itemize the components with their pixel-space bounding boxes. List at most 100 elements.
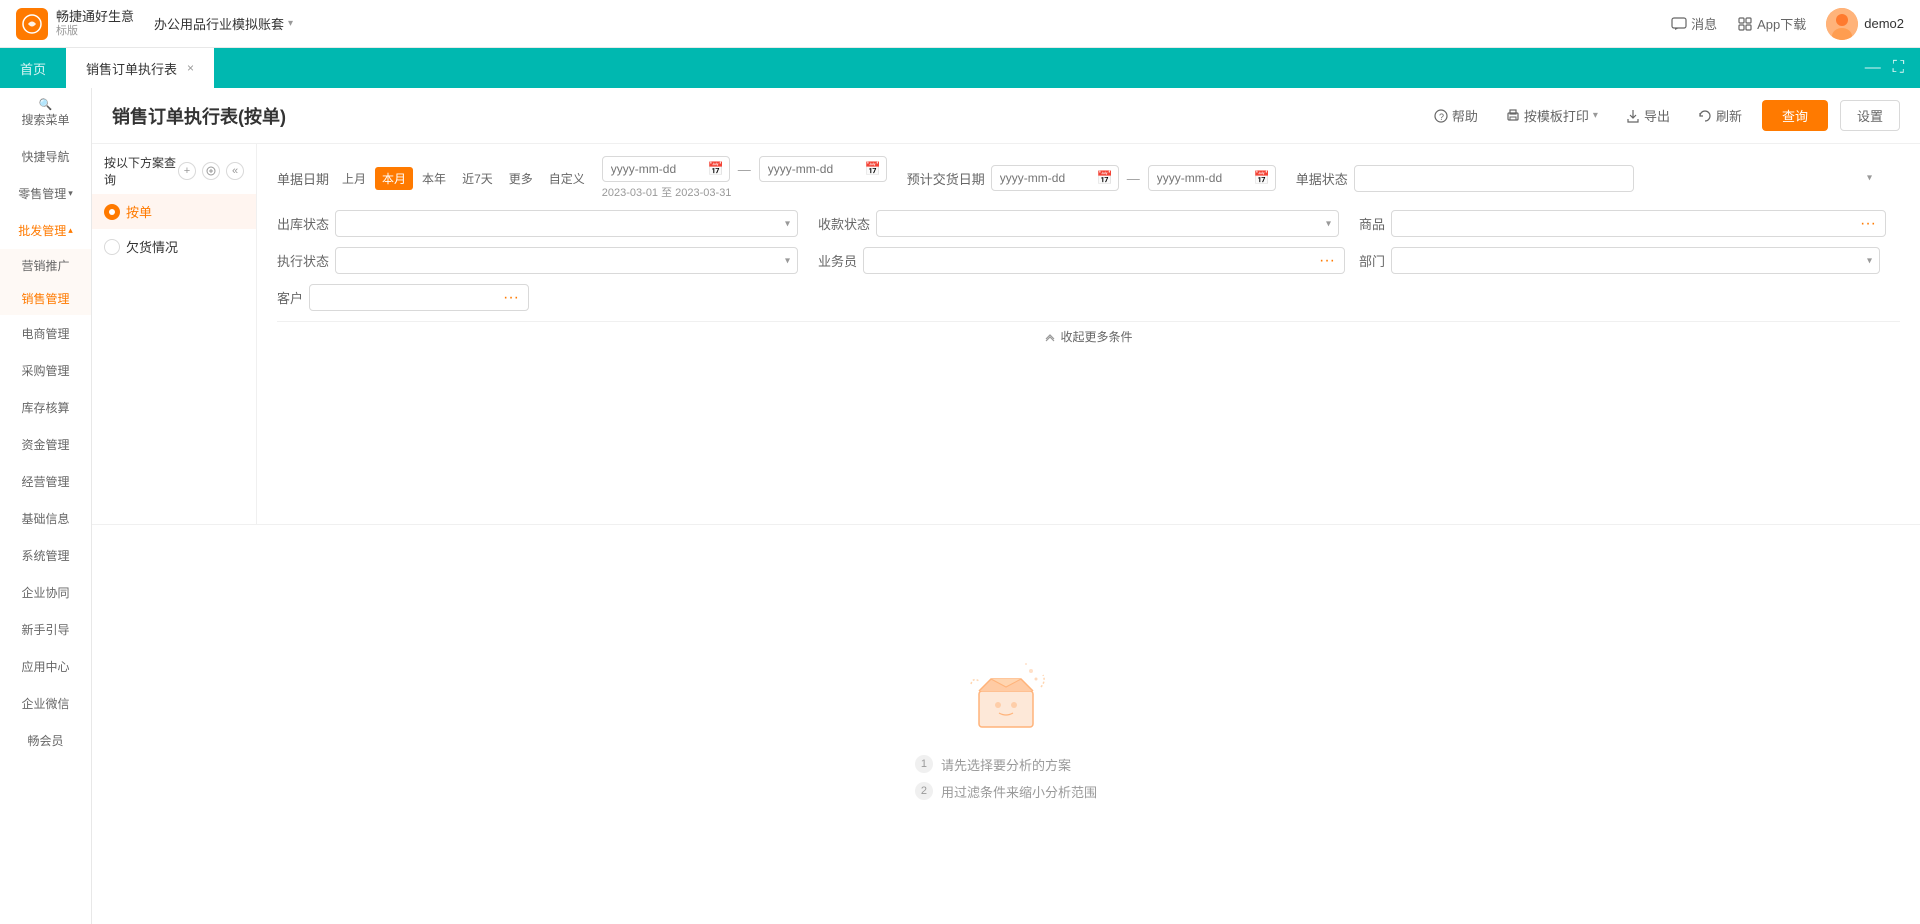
collapse-icon — [1044, 331, 1056, 343]
sidebar-item-quick-nav[interactable]: 快捷导航 — [0, 138, 91, 175]
sidebar: 🔍 搜索菜单 快捷导航 零售管理 ▾ 批发管理 ▴ 营销推广 销售管理 — [0, 88, 92, 924]
app-download-button[interactable]: App下载 — [1737, 14, 1806, 33]
date-range-hint: 2023-03-01 至 2023-03-31 — [602, 184, 887, 200]
refresh-icon — [1698, 109, 1712, 123]
delivery-status-select[interactable] — [335, 210, 798, 237]
scheme-item-backorder[interactable]: 欠货情况 — [92, 229, 256, 264]
filter-item-customer: 客户 ··· — [277, 284, 523, 311]
header-right: 消息 App下载 demo2 — [1671, 8, 1904, 40]
date-tab-last-month[interactable]: 上月 — [335, 167, 373, 190]
salesperson-more-button[interactable]: ··· — [1315, 252, 1339, 270]
print-icon — [1506, 109, 1520, 123]
empty-tip-1: 1 请先选择要分析的方案 — [915, 755, 1097, 774]
sidebar-item-wholesale[interactable]: 批发管理 ▴ — [0, 212, 91, 249]
sidebar-item-member[interactable]: 畅会员 — [0, 722, 91, 759]
sidebar-item-search-menu[interactable]: 🔍 搜索菜单 — [0, 88, 91, 138]
print-button[interactable]: 按模板打印 ▾ — [1498, 102, 1606, 129]
sidebar-item-inventory[interactable]: 库存核算 — [0, 389, 91, 426]
scheme-item-by-order[interactable]: 按单 — [92, 194, 256, 229]
customer-input[interactable] — [309, 284, 529, 311]
filter-row-2: 出库状态 ▾ 收款状态 ▾ — [277, 210, 1900, 237]
scheme-edit-button[interactable] — [202, 162, 220, 180]
expected-date-from-input[interactable] — [991, 165, 1119, 191]
dept-select-wrapper: ▾ — [1391, 247, 1880, 274]
filter-row-3: 执行状态 ▾ 业务员 ··· — [277, 247, 1900, 274]
date-tab-7days[interactable]: 近7天 — [455, 167, 500, 190]
date-tab-this-year[interactable]: 本年 — [415, 167, 453, 190]
sidebar-item-apps[interactable]: 应用中心 — [0, 648, 91, 685]
chevron-down-icon: ▾ — [288, 18, 293, 29]
dept-select[interactable] — [1391, 247, 1880, 274]
date-to-input[interactable] — [759, 156, 887, 182]
delivery-status-select-wrapper: ▾ — [335, 210, 798, 237]
edit-icon — [206, 166, 216, 176]
tab-sales-execution[interactable]: 销售订单执行表 × — [66, 48, 214, 88]
filter-item-delivery-status: 出库状态 ▾ — [277, 210, 798, 237]
scheme-panel: 按以下方案查询 + « — [92, 144, 257, 524]
status-select[interactable] — [1354, 165, 1634, 192]
date-from-input[interactable] — [602, 156, 730, 182]
expected-date-to-input[interactable] — [1148, 165, 1276, 191]
date-to-wrapper: 📅 — [759, 156, 887, 182]
header-center: 办公用品行业模拟账套 ▾ — [134, 14, 1671, 33]
messages-button[interactable]: 消息 — [1671, 14, 1717, 33]
collapse-button[interactable]: 收起更多条件 — [277, 321, 1900, 351]
export-button[interactable]: 导出 — [1618, 102, 1678, 129]
main-content: 销售订单执行表(按单) ? 帮助 — [92, 88, 1920, 924]
date-tab-this-month[interactable]: 本月 — [375, 167, 413, 190]
filter-item-date: 单据日期 上月 本月 本年 近7天 更多 自定义 — [277, 156, 887, 200]
empty-state: 1 请先选择要分析的方案 2 用过滤条件来缩小分析范围 — [915, 649, 1097, 801]
top-header: 畅捷通好生意 标版 办公用品行业模拟账套 ▾ 消息 — [0, 0, 1920, 48]
tab-minimize-icon[interactable]: — — [1865, 59, 1881, 77]
empty-tip-2: 2 用过滤条件来缩小分析范围 — [915, 782, 1097, 801]
exec-status-select[interactable] — [335, 247, 798, 274]
refresh-button[interactable]: 刷新 — [1690, 102, 1750, 129]
data-area: 1 请先选择要分析的方案 2 用过滤条件来缩小分析范围 — [92, 524, 1920, 924]
scheme-add-button[interactable]: + — [178, 162, 196, 180]
sidebar-sub-item-marketing[interactable]: 营销推广 — [0, 249, 91, 282]
goods-input[interactable] — [1391, 210, 1886, 237]
tab-close-icon[interactable]: × — [187, 61, 194, 75]
sidebar-item-purchase[interactable]: 采购管理 — [0, 352, 91, 389]
tab-bar-actions: — ⛶ — [1865, 59, 1920, 77]
date-tab-custom[interactable]: 自定义 — [542, 167, 592, 190]
scheme-panel-header: 按以下方案查询 + « — [92, 144, 256, 194]
sidebar-item-guide[interactable]: 新手引导 — [0, 611, 91, 648]
help-button[interactable]: ? 帮助 — [1426, 102, 1486, 129]
page-title: 销售订单执行表(按单) — [112, 103, 286, 129]
filter-area: 单据日期 上月 本月 本年 近7天 更多 自定义 — [257, 144, 1920, 524]
sidebar-item-wechat[interactable]: 企业微信 — [0, 685, 91, 722]
goods-more-button[interactable]: ··· — [1856, 215, 1880, 233]
filter-item-salesperson: 业务员 ··· — [818, 247, 1339, 274]
sidebar-sub-item-sales[interactable]: 销售管理 — [0, 282, 91, 315]
sidebar-item-operation[interactable]: 经营管理 — [0, 463, 91, 500]
tab-maximize-icon[interactable]: ⛶ — [1893, 59, 1904, 77]
sidebar-item-ecommerce[interactable]: 电商管理 — [0, 315, 91, 352]
filter-item-exec-status: 执行状态 ▾ — [277, 247, 798, 274]
user-avatar-area[interactable]: demo2 — [1826, 8, 1904, 40]
app-logo-icon — [16, 8, 48, 40]
sidebar-item-system[interactable]: 系统管理 — [0, 537, 91, 574]
sidebar-item-enterprise[interactable]: 企业协同 — [0, 574, 91, 611]
filter-item-status: 单据状态 ▾ — [1296, 165, 1880, 192]
settings-button[interactable]: 设置 — [1840, 100, 1900, 131]
sidebar-item-finance[interactable]: 资金管理 — [0, 426, 91, 463]
filter-item-goods: 商品 ··· — [1359, 210, 1880, 237]
help-icon: ? — [1434, 109, 1448, 123]
sidebar-item-retail[interactable]: 零售管理 ▾ — [0, 175, 91, 212]
industry-selector[interactable]: 办公用品行业模拟账套 ▾ — [154, 14, 293, 33]
query-button[interactable]: 查询 — [1762, 100, 1828, 131]
sidebar-item-basic[interactable]: 基础信息 — [0, 500, 91, 537]
empty-illustration — [961, 649, 1051, 739]
logo-area: 畅捷通好生意 标版 — [16, 8, 134, 40]
salesperson-input[interactable] — [863, 247, 1345, 274]
customer-more-button[interactable]: ··· — [499, 289, 523, 307]
payment-status-select[interactable] — [876, 210, 1339, 237]
scheme-inactive-dot — [104, 239, 120, 255]
status-chevron-icon: ▾ — [1867, 173, 1872, 184]
svg-text:?: ? — [1439, 112, 1444, 122]
tab-home[interactable]: 首页 — [0, 48, 66, 88]
expected-date-from-wrapper: 📅 — [991, 165, 1119, 191]
scheme-collapse-button[interactable]: « — [226, 162, 244, 180]
date-tab-more[interactable]: 更多 — [502, 167, 540, 190]
